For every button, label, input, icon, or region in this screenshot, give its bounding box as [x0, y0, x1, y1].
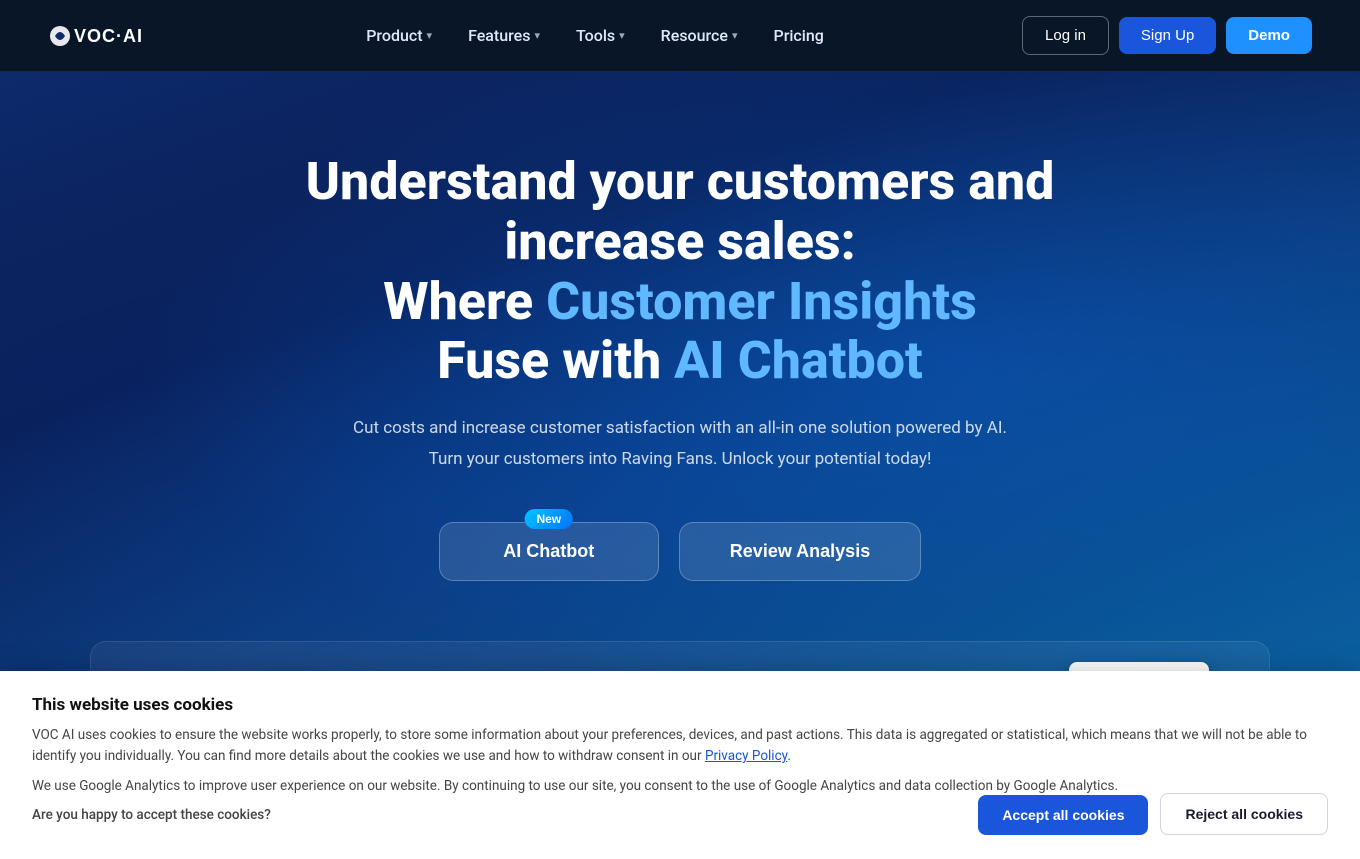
- hero-subtitle: Cut costs and increase customer satisfac…: [340, 415, 1020, 473]
- nav-product[interactable]: Product ▾: [352, 18, 446, 53]
- login-button[interactable]: Log in: [1022, 16, 1109, 55]
- accept-cookies-button[interactable]: Accept all cookies: [978, 795, 1148, 835]
- nav-pricing[interactable]: Pricing: [759, 18, 837, 53]
- demo-button[interactable]: Demo: [1226, 17, 1312, 54]
- new-badge: New: [524, 509, 573, 529]
- ai-chatbot-button[interactable]: New AI Chatbot: [439, 522, 659, 581]
- navbar: VOC·AI Product ▾ Features ▾ Tools ▾ Reso…: [0, 0, 1360, 72]
- logo-svg: VOC·AI: [48, 18, 168, 54]
- nav-tools[interactable]: Tools ▾: [562, 18, 639, 53]
- cookie-title: This website uses cookies: [32, 695, 1328, 715]
- cookie-body: VOC AI uses cookies to ensure the websit…: [32, 725, 1328, 768]
- nav-links: Product ▾ Features ▾ Tools ▾ Resource ▾ …: [352, 18, 838, 53]
- logo[interactable]: VOC·AI: [48, 18, 168, 54]
- privacy-policy-link[interactable]: Privacy Policy: [705, 748, 787, 764]
- chevron-down-icon: ▾: [534, 29, 540, 42]
- signup-button[interactable]: Sign Up: [1119, 17, 1216, 54]
- nav-actions: Log in Sign Up Demo: [1022, 16, 1312, 55]
- reject-cookies-button[interactable]: Reject all cookies: [1160, 793, 1328, 835]
- svg-text:VOC·AI: VOC·AI: [74, 26, 143, 46]
- review-analysis-button[interactable]: Review Analysis: [679, 522, 921, 581]
- cookie-actions: Accept all cookies Reject all cookies: [978, 793, 1328, 835]
- chevron-down-icon: ▾: [427, 29, 433, 42]
- cookie-banner: This website uses cookies VOC AI uses co…: [0, 671, 1360, 859]
- chevron-down-icon: ▾: [732, 29, 738, 42]
- nav-features[interactable]: Features ▾: [454, 18, 554, 53]
- cta-group: New AI Chatbot Review Analysis: [40, 522, 1320, 581]
- chevron-down-icon: ▾: [619, 29, 625, 42]
- hero-title: Understand your customers and increase s…: [230, 152, 1130, 391]
- nav-resource[interactable]: Resource ▾: [647, 18, 752, 53]
